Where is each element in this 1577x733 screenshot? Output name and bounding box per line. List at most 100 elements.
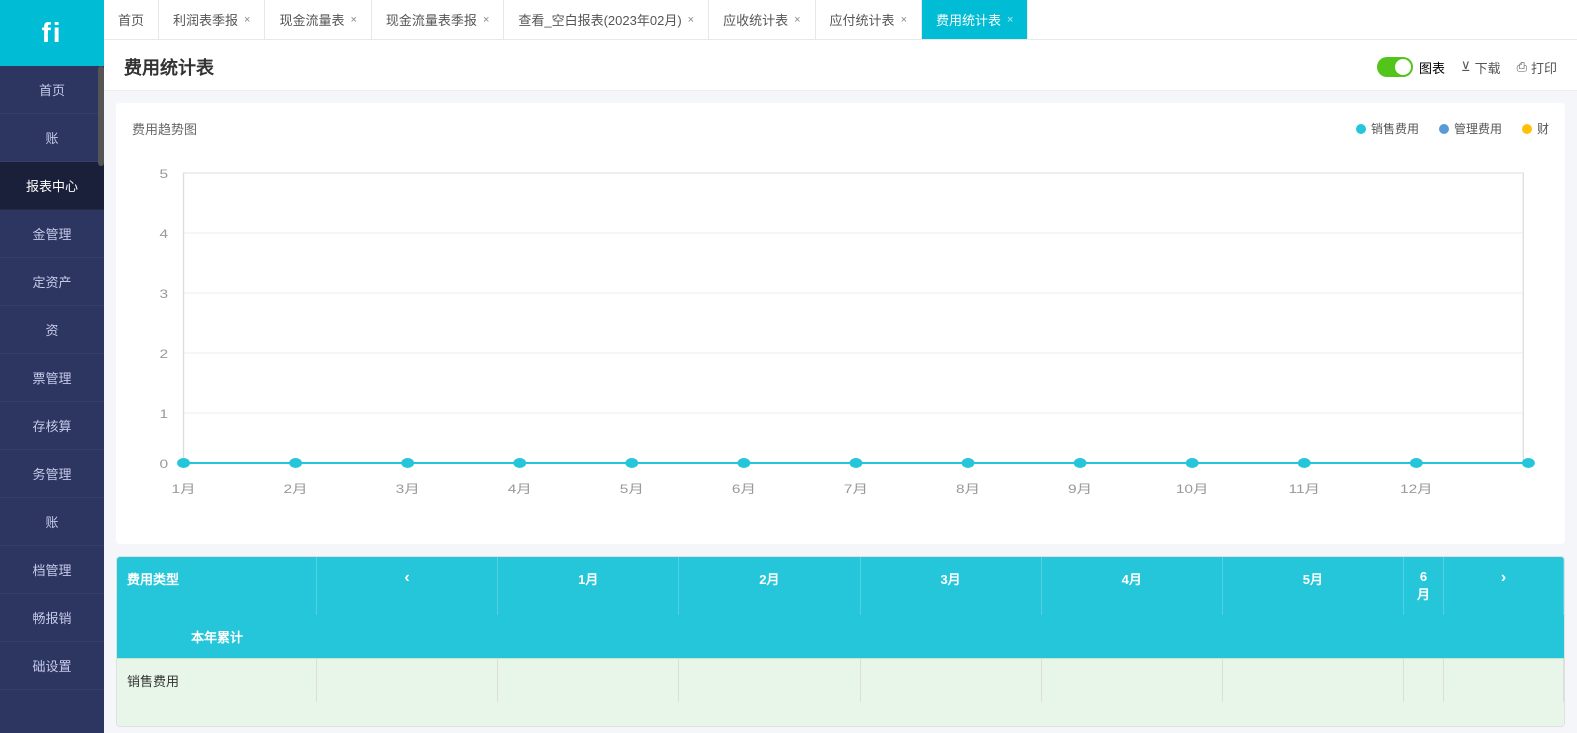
sidebar-item-expense[interactable]: 畅报销 [0,594,104,642]
tab-payable[interactable]: 应付统计表 × [816,0,922,39]
legend-sales-dot [1356,124,1366,134]
chart-toggle-label: 图表 [1419,58,1445,77]
tab-expense[interactable]: 费用统计表 × [922,0,1028,39]
tab-receivable[interactable]: 应收统计表 × [709,0,815,39]
sidebar-scrollbar[interactable] [98,66,104,166]
page-header: 费用统计表 图表 ⊻ 下载 ⎙ 打印 [104,40,1577,91]
svg-text:8月: 8月 [956,482,980,496]
col-month-3: 3月 [861,557,1042,615]
svg-text:7月: 7月 [844,482,868,496]
chart-section: 费用趋势图 销售费用 管理费用 财 [116,103,1565,544]
download-icon: ⊻ [1461,59,1471,75]
sidebar-item-ledger[interactable]: 账 [0,498,104,546]
sidebar-item-resource[interactable]: 资 [0,306,104,354]
row-ytd [117,702,317,726]
col-ytd: 本年累计 [117,615,317,658]
sidebar-item-docs[interactable]: 档管理 [0,546,104,594]
row-val-nav [317,659,498,702]
col-nav-next: › [1444,557,1564,615]
row-val-6 [1404,659,1444,702]
sidebar-item-settings[interactable]: 础设置 [0,642,104,690]
row-val-3 [861,659,1042,702]
page-content: 费用统计表 图表 ⊻ 下载 ⎙ 打印 费用趋势图 [104,40,1577,733]
table-row: 销售费用 [117,658,1564,726]
sidebar-item-account[interactable]: 账 [0,114,104,162]
print-icon: ⎙ [1517,59,1527,75]
tabbar: 首页 利润表季报 × 现金流量表 × 现金流量表季报 × 查看_空白报表(202… [104,0,1577,40]
svg-text:11月: 11月 [1289,482,1320,496]
svg-text:12月: 12月 [1400,482,1433,496]
tab-home-label: 首页 [118,10,144,29]
legend-finance-label: 财 [1537,120,1549,137]
svg-text:0: 0 [159,457,168,471]
print-button[interactable]: ⎙ 打印 [1517,58,1557,77]
sidebar: fi 首页 账 报表中心 金管理 定资产 资 票管理 存核算 务管理 账 档管理… [0,0,104,733]
chart-toggle-wrap: 图表 [1377,57,1445,77]
row-type: 销售费用 [117,659,317,702]
nav-next-button[interactable]: › [1501,569,1506,587]
sidebar-item-reports[interactable]: 报表中心 [0,162,104,210]
sidebar-logo: fi [0,0,104,66]
page-actions: 图表 ⊻ 下载 ⎙ 打印 [1377,57,1557,77]
svg-text:4月: 4月 [508,482,532,496]
chart-title: 费用趋势图 [132,119,197,138]
svg-text:1月: 1月 [172,482,196,496]
row-val-5 [1223,659,1404,702]
chart-toggle[interactable] [1377,57,1413,77]
row-val-1 [498,659,679,702]
tab-expense-label: 费用统计表 [936,10,1001,29]
nav-prev-button[interactable]: ‹ [404,569,409,587]
print-label: 打印 [1531,58,1557,77]
row-val-4 [1042,659,1223,702]
sidebar-item-assets[interactable]: 定资产 [0,258,104,306]
tab-receivable-close[interactable]: × [794,14,800,26]
expense-table: 费用类型 ‹ 1月 2月 3月 4月 5月 6月 › 本年累计 [116,556,1565,727]
page-title: 费用统计表 [124,54,214,80]
legend-finance-dot [1522,124,1532,134]
legend-admin-dot [1439,124,1449,134]
table-header: 费用类型 ‹ 1月 2月 3月 4月 5月 6月 › 本年累计 [117,557,1564,658]
tab-cashflow-quarter-close[interactable]: × [483,14,489,26]
chart-area: 5 4 3 2 1 0 [132,148,1549,528]
col-month-5: 5月 [1223,557,1404,615]
svg-text:3: 3 [159,287,168,301]
row-val-next [1444,659,1564,702]
table-nav-next: › [1454,569,1553,587]
tab-profit-quarter-close[interactable]: × [244,14,250,26]
svg-text:4: 4 [159,227,168,241]
sidebar-item-finance[interactable]: 金管理 [0,210,104,258]
col-month-6: 6月 [1404,557,1444,615]
sidebar-item-services[interactable]: 务管理 [0,450,104,498]
sidebar-item-inventory[interactable]: 存核算 [0,402,104,450]
tab-blank-report[interactable]: 查看_空白报表(2023年02月) × [504,0,709,39]
legend-finance: 财 [1522,120,1549,137]
tab-cashflow[interactable]: 现金流量表 × [265,0,371,39]
tab-blank-report-label: 查看_空白报表(2023年02月) [518,10,681,29]
svg-text:2: 2 [159,347,168,361]
sidebar-item-invoices[interactable]: 票管理 [0,354,104,402]
sidebar-item-home[interactable]: 首页 [0,66,104,114]
svg-text:6月: 6月 [732,482,756,496]
row-val-2 [679,659,860,702]
col-month-2: 2月 [679,557,860,615]
svg-text:10月: 10月 [1176,482,1209,496]
svg-text:5: 5 [159,167,168,181]
svg-text:1: 1 [159,407,168,421]
chart-legend: 销售费用 管理费用 财 [1356,120,1549,137]
tab-cashflow-quarter-label: 现金流量表季报 [386,10,477,29]
tab-cashflow-quarter[interactable]: 现金流量表季报 × [372,0,504,39]
svg-text:9月: 9月 [1068,482,1092,496]
legend-sales: 销售费用 [1356,120,1419,137]
tab-profit-quarter[interactable]: 利润表季报 × [159,0,265,39]
tab-cashflow-close[interactable]: × [350,14,356,26]
svg-text:3月: 3月 [396,482,420,496]
tab-payable-close[interactable]: × [901,14,907,26]
tab-expense-close[interactable]: × [1007,14,1013,26]
tab-blank-report-close[interactable]: × [688,14,694,26]
svg-text:2月: 2月 [284,482,308,496]
download-label: 下载 [1475,58,1501,77]
tab-receivable-label: 应收统计表 [723,10,788,29]
tab-home[interactable]: 首页 [104,0,159,39]
download-button[interactable]: ⊻ 下载 [1461,58,1501,77]
tab-cashflow-label: 现金流量表 [279,10,344,29]
